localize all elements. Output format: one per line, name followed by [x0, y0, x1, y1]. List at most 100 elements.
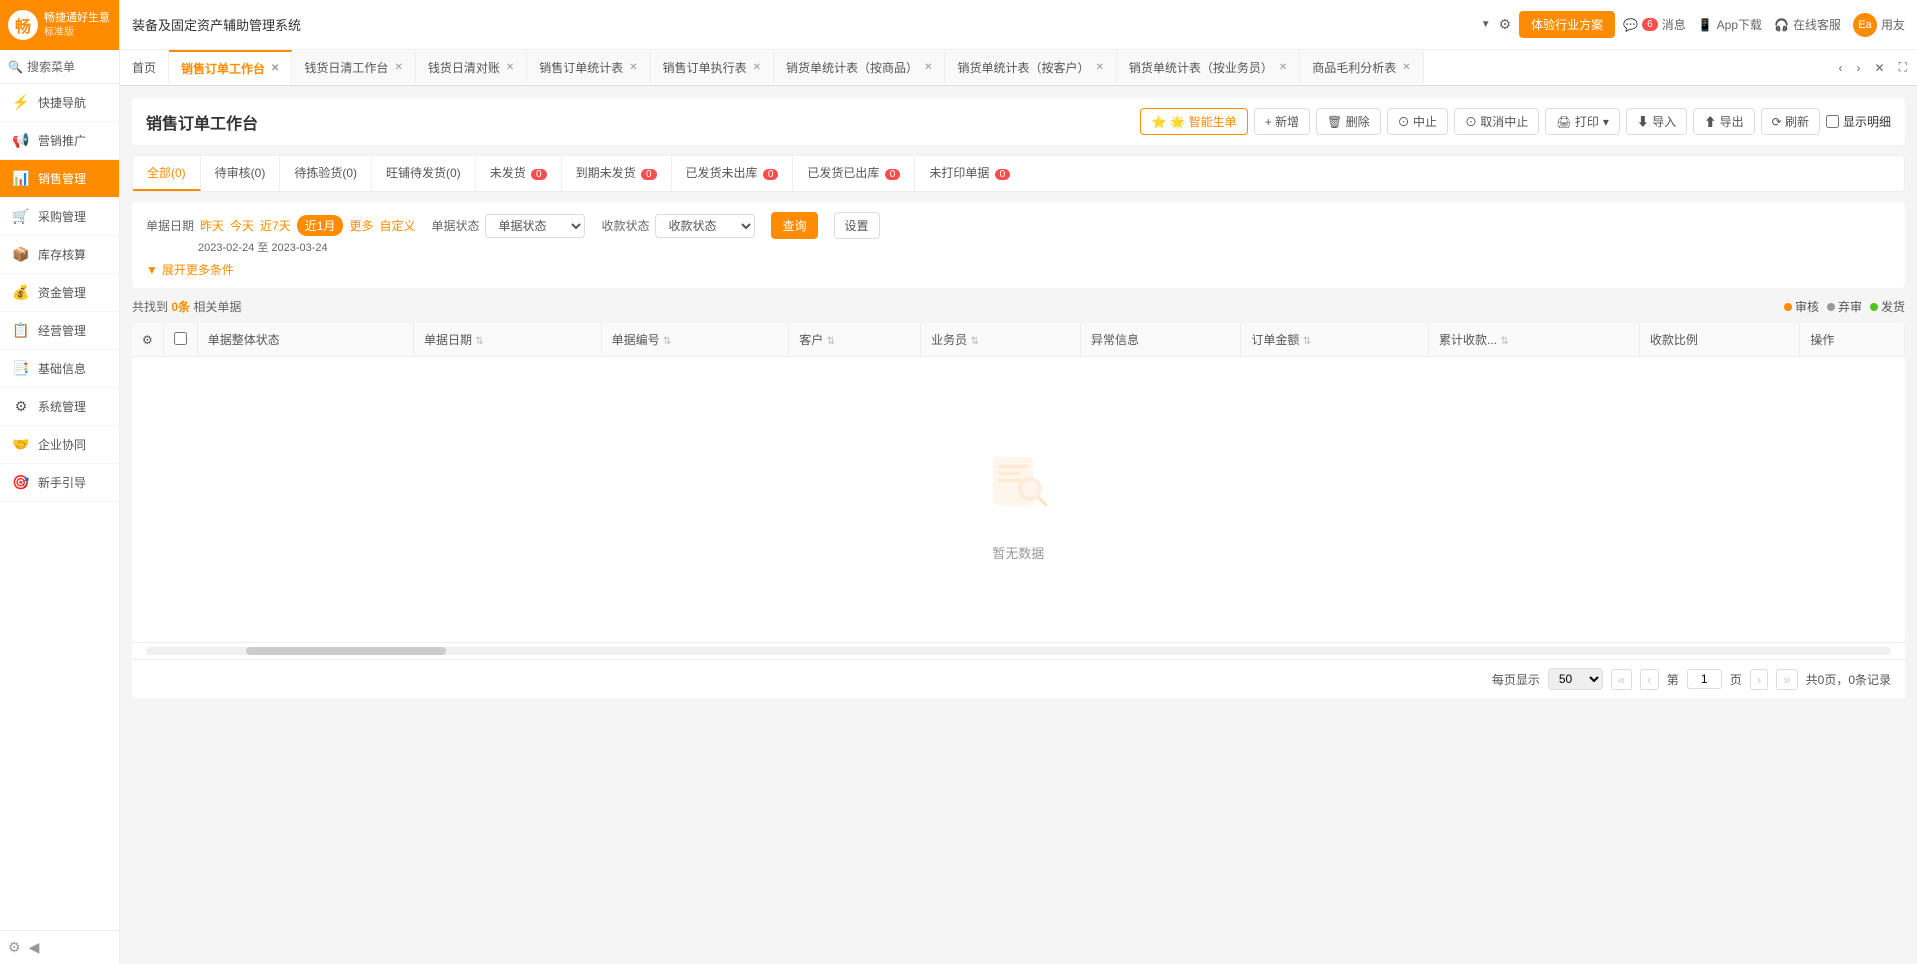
filter-tab-not-shipped[interactable]: 未发货 0 [476, 156, 562, 191]
tab-close-sales-exec[interactable]: ✕ [753, 62, 761, 73]
smart-create-btn[interactable]: ⭐ 🌟 智能生单 [1140, 108, 1247, 135]
date-custom[interactable]: 自定义 [379, 217, 415, 234]
show-detail-checkbox[interactable] [1826, 115, 1839, 128]
sidebar-item-base-info[interactable]: 📑 基础信息 [0, 350, 119, 388]
col-customer[interactable]: 客户 ⇅ [789, 323, 921, 357]
online-service-btn[interactable]: 🎧 在线客服 [1774, 16, 1841, 33]
review-action-btn[interactable]: 审核 [1784, 298, 1819, 315]
tab-sales-customer[interactable]: 销货单统计表（按客户） ✕ [945, 51, 1116, 84]
tab-sales-product[interactable]: 销货单统计表（按商品） ✕ [774, 51, 945, 84]
tab-margin-analysis[interactable]: 商品毛利分析表 ✕ [1300, 51, 1423, 84]
first-page-btn[interactable]: « [1611, 669, 1632, 690]
tab-sales-exec[interactable]: 销售订单执行表 ✕ [651, 51, 774, 84]
topbar-settings-icon[interactable]: ⚙ [1499, 16, 1512, 33]
add-btn[interactable]: + 新增 [1254, 108, 1310, 135]
sidebar-item-system[interactable]: ⚙ 系统管理 [0, 388, 119, 426]
sidebar-item-sales[interactable]: 📊 销售管理 [0, 160, 119, 198]
filter-tab-shipped-not-in[interactable]: 已发货未出库 0 [672, 156, 794, 191]
tabs-close-all[interactable]: ✕ [1869, 57, 1891, 79]
tabs-scroll-right[interactable]: › [1851, 57, 1867, 79]
date-1month[interactable]: 近1月 [297, 215, 344, 236]
next-page-btn[interactable]: › [1750, 669, 1768, 690]
sidebar-item-inventory[interactable]: 📦 库存核算 [0, 236, 119, 274]
unaudit-action-btn[interactable]: 弃审 [1827, 298, 1862, 315]
sidebar-item-search[interactable]: 🔍 搜索菜单 [0, 50, 119, 84]
tab-close-sales-staff[interactable]: ✕ [1279, 62, 1287, 73]
show-detail-label: 显示明细 [1843, 113, 1891, 130]
sidebar-item-guide[interactable]: 🎯 新手引导 [0, 464, 119, 502]
show-detail-checkbox-label[interactable]: 显示明细 [1826, 113, 1891, 130]
export-btn[interactable]: ⬆ 导出 [1693, 108, 1754, 135]
prev-page-btn[interactable]: ‹ [1640, 669, 1658, 690]
tab-close-cash-reconcile[interactable]: ✕ [506, 62, 514, 73]
last-page-btn[interactable]: » [1776, 669, 1797, 690]
col-date[interactable]: 单据日期 ⇅ [413, 323, 601, 357]
tab-home[interactable]: 首页 [120, 51, 169, 84]
filter-tab-wangpu[interactable]: 旺铺待发货(0) [372, 156, 476, 191]
tab-close-cash-daily[interactable]: ✕ [394, 62, 402, 73]
refresh-btn[interactable]: ⟳ 刷新 [1761, 108, 1820, 135]
filter-tab-all[interactable]: 全部(0) [133, 156, 201, 191]
collapse-icon[interactable]: ◀ [29, 939, 40, 956]
cancel-stop-btn[interactable]: ⊙ 取消中止 [1454, 108, 1539, 135]
col-number[interactable]: 单据编号 ⇅ [601, 323, 789, 357]
tab-close-margin-analysis[interactable]: ✕ [1402, 62, 1410, 73]
filter-tab-overdue[interactable]: 到期未发货 0 [562, 156, 672, 191]
col-amount[interactable]: 订单金额 ⇅ [1241, 323, 1429, 357]
status-select[interactable]: 单据状态 [485, 214, 585, 238]
payment-select[interactable]: 收款状态 [655, 214, 755, 238]
filter-tab-pending-review[interactable]: 待审核(0) [201, 156, 281, 191]
delete-btn[interactable]: 🗑 删除 [1316, 108, 1381, 135]
tab-close-sales-product[interactable]: ✕ [924, 62, 932, 73]
customer-sort-icon: ⇅ [827, 336, 835, 347]
sidebar-item-marketing[interactable]: 📢 营销推广 [0, 122, 119, 160]
tab-cash-daily[interactable]: 钱货日清工作台 ✕ [292, 51, 415, 84]
table-body: 暂无数据 [132, 357, 1905, 643]
tabs-scroll-left[interactable]: ‹ [1833, 57, 1849, 79]
message-btn[interactable]: 💬 6 消息 [1623, 16, 1686, 33]
tab-close-sales-customer[interactable]: ✕ [1095, 62, 1103, 73]
sidebar-item-enterprise[interactable]: 🤝 企业协同 [0, 426, 119, 464]
date-yesterday[interactable]: 昨天 [200, 217, 224, 234]
sidebar-item-operations[interactable]: 📋 经营管理 [0, 312, 119, 350]
select-all-checkbox[interactable] [174, 332, 187, 345]
sidebar-item-quick-nav[interactable]: ⚡ 快捷导航 [0, 84, 119, 122]
import-btn[interactable]: ⬇ 导入 [1626, 108, 1687, 135]
tabs-fullscreen[interactable]: ⛶ [1893, 56, 1913, 79]
user-menu-btn[interactable]: Ea 用友 [1853, 13, 1905, 37]
tab-sales-order-workbench[interactable]: 销售订单工作台 ✕ [169, 50, 292, 85]
tabs-bar: 首页 销售订单工作台 ✕ 钱货日清工作台 ✕ 钱货日清对账 ✕ 销售订单统计表 … [120, 50, 1917, 86]
page-size-select[interactable]: 50 10 20 100 [1548, 668, 1603, 690]
tab-sales-staff[interactable]: 销货单统计表（按业务员） ✕ [1117, 51, 1300, 84]
set-btn[interactable]: 设置 [834, 212, 880, 239]
date-today[interactable]: 今天 [230, 217, 254, 234]
tab-sales-stats[interactable]: 销售订单统计表 ✕ [527, 51, 650, 84]
sidebar-item-purchase[interactable]: 🛒 采购管理 [0, 198, 119, 236]
date-7days[interactable]: 近7天 [260, 217, 291, 234]
tab-close-sales-order[interactable]: ✕ [271, 63, 279, 74]
system-dropdown-icon[interactable]: ▼ [1481, 19, 1491, 30]
filter-tab-not-printed[interactable]: 未打印单据 0 [915, 156, 1024, 191]
ship-action-btn[interactable]: 发货 [1870, 298, 1905, 315]
filter-tab-shipped-in[interactable]: 已发货已出库 0 [793, 156, 915, 191]
print-btn[interactable]: 🖨 打印 ▾ [1545, 108, 1620, 135]
page-number-input[interactable] [1687, 669, 1722, 689]
app-download-btn[interactable]: 📱 App下载 [1698, 16, 1762, 33]
col-collected[interactable]: 累计收款... ⇅ [1429, 323, 1640, 357]
filter-tab-pending-inspect[interactable]: 待拣验货(0) [280, 156, 372, 191]
col-staff[interactable]: 业务员 ⇅ [921, 323, 1081, 357]
sidebar-item-finance[interactable]: 💰 资金管理 [0, 274, 119, 312]
solution-btn[interactable]: 体验行业方案 [1519, 11, 1615, 38]
scroll-thumb[interactable] [246, 647, 446, 655]
settings-bottom-icon[interactable]: ⚙ [8, 939, 21, 956]
headset-icon: 🎧 [1774, 18, 1789, 32]
phone-icon: 📱 [1698, 18, 1713, 32]
tab-cash-reconcile[interactable]: 钱货日清对账 ✕ [416, 51, 527, 84]
expand-more-btn[interactable]: ▼ 展开更多条件 [146, 261, 1891, 278]
col-settings[interactable]: ⚙ [132, 323, 163, 357]
query-btn[interactable]: 查询 [771, 212, 817, 239]
stop-btn[interactable]: ⊙ 中止 [1387, 108, 1448, 135]
shipped-not-in-badge: 0 [763, 169, 779, 180]
tab-close-sales-stats[interactable]: ✕ [629, 62, 637, 73]
date-more[interactable]: 更多 [349, 217, 373, 234]
